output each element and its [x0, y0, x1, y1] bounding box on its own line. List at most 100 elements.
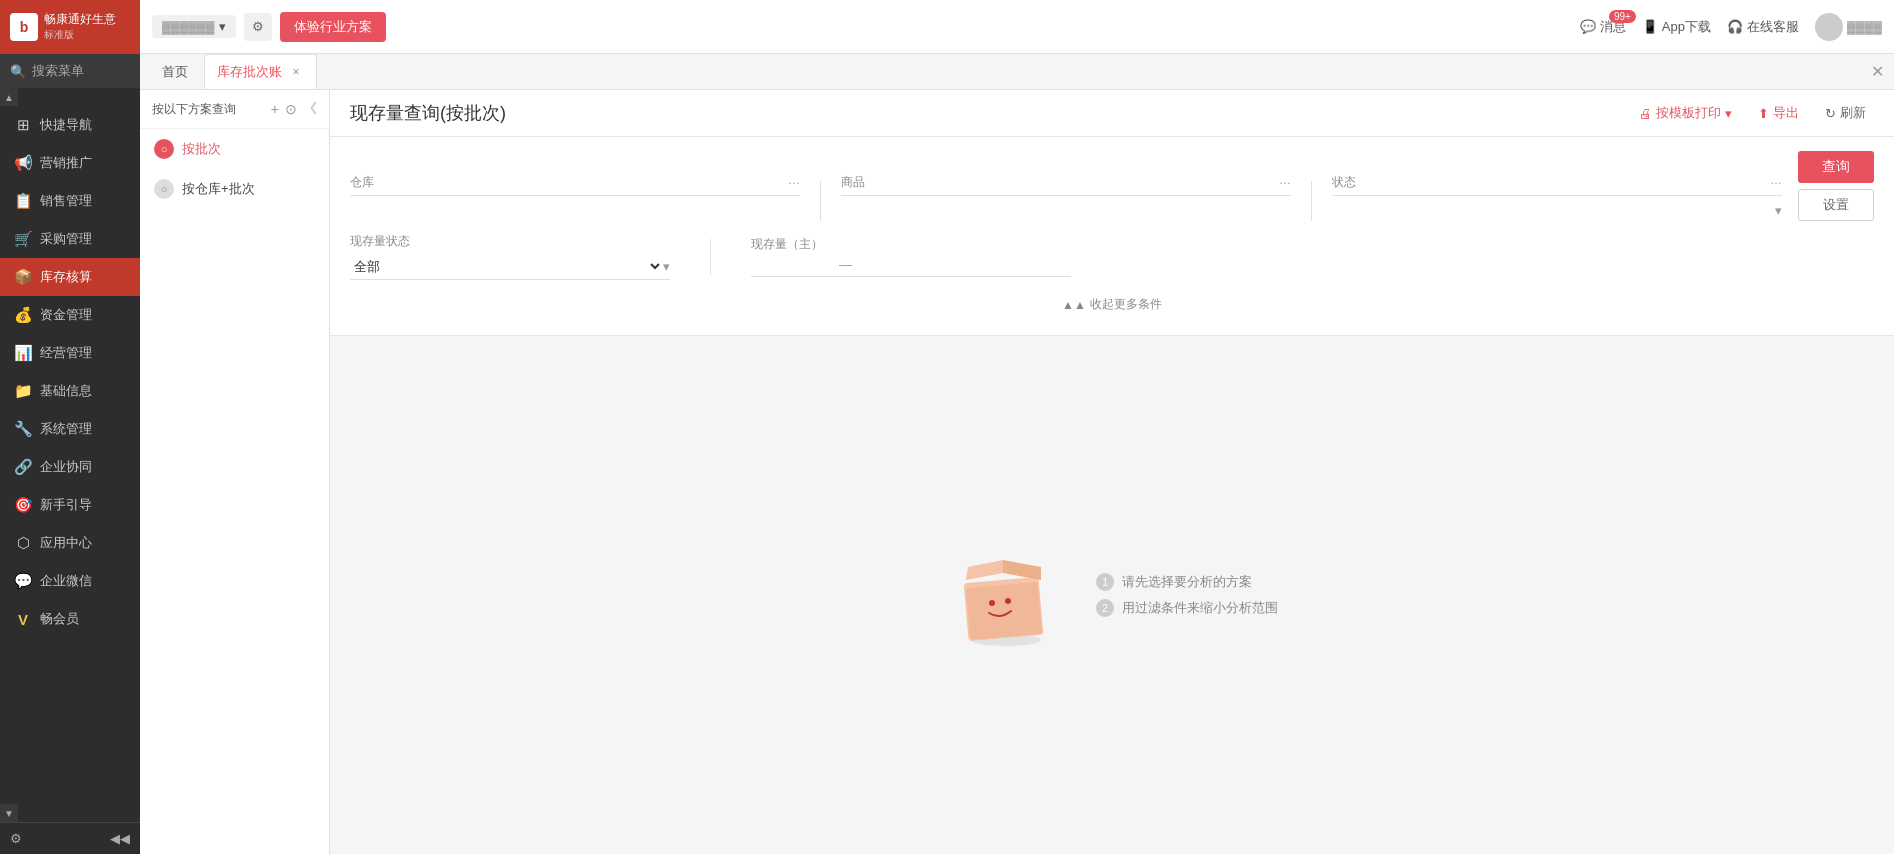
export-icon: ⬆ [1758, 106, 1769, 121]
user-name-label: ▓▓▓▓ [1847, 20, 1882, 34]
sidebar-item-label: 快捷导航 [40, 116, 92, 134]
tab-inventory-batch[interactable]: 库存批次账 × [204, 54, 317, 89]
sidebar-item-label: 销售管理 [40, 192, 92, 210]
guide-icon: 🎯 [14, 496, 32, 514]
plan-item-warehouse-batch[interactable]: ○ 按仓库+批次 [140, 169, 329, 209]
empty-svg [946, 535, 1066, 655]
sidebar-item-guide[interactable]: 🎯 新手引导 [0, 486, 140, 524]
close-panel-button[interactable]: ✕ [1871, 62, 1884, 81]
sidebar-nav: ⊞ 快捷导航 📢 营销推广 📋 销售管理 🛒 采购管理 📦 库存核算 💰 资金管… [0, 106, 140, 804]
plan-dot-warehouse-batch: ○ [154, 179, 174, 199]
settings-footer-btn[interactable]: ⚙ [10, 831, 22, 846]
filter-area: 仓库 … 商品 … [330, 137, 1894, 336]
user-avatar[interactable]: ▓▓▓▓ [1815, 13, 1882, 41]
product-more-btn[interactable]: … [1279, 173, 1291, 191]
sidebar-item-wechat[interactable]: 💬 企业微信 [0, 562, 140, 600]
stock-status-select[interactable]: 全部 正常 异常 [350, 258, 663, 275]
stock-quantity-min-input[interactable] [751, 257, 831, 272]
export-button[interactable]: ⬆ 导出 [1750, 100, 1807, 126]
phone-icon: 📱 [1642, 19, 1658, 34]
main-area: ▓▓▓▓▓▓ ▾ ⚙ 体验行业方案 💬 消息 99+ 📱 App下载 🎧 在线客… [140, 0, 1894, 854]
product-input[interactable] [841, 200, 1291, 221]
company-dropdown-icon: ▾ [219, 19, 226, 34]
empty-text: 1 请先选择要分析的方案 2 用过滤条件来缩小分析范围 [1096, 573, 1278, 617]
sidebar-scroll-down[interactable]: ▼ [0, 804, 18, 822]
sidebar-item-purchase[interactable]: 🛒 采购管理 [0, 220, 140, 258]
settings-btn[interactable]: ⚙ [244, 13, 272, 41]
plan-settings-button[interactable]: ⊙ [285, 101, 297, 117]
wechat-icon: 💬 [14, 572, 32, 590]
print-button[interactable]: 🖨 按模板打印 ▾ [1631, 100, 1740, 126]
plan-dot-icon: ○ [161, 143, 168, 155]
sidebar-item-member[interactable]: V 畅会员 [0, 600, 140, 638]
warehouse-label: 仓库 [350, 174, 374, 191]
page-header-actions: 🖨 按模板打印 ▾ ⬆ 导出 ↻ 刷新 [1631, 100, 1874, 126]
empty-state: 1 请先选择要分析的方案 2 用过滤条件来缩小分析范围 [330, 336, 1894, 854]
sidebar-item-basic[interactable]: 📁 基础信息 [0, 372, 140, 410]
experience-industry-button[interactable]: 体验行业方案 [280, 12, 386, 42]
query-button[interactable]: 查询 [1798, 151, 1874, 183]
messages-button[interactable]: 💬 消息 99+ [1580, 18, 1626, 36]
warehouse-filter: 仓库 … [350, 173, 800, 221]
system-icon: 🔧 [14, 420, 32, 438]
stock-status-select-wrapper: 全部 正常 异常 ▾ [350, 254, 670, 280]
right-content: 现存量查询(按批次) 🖨 按模板打印 ▾ ⬆ 导出 ↻ 刷新 [330, 90, 1894, 854]
sidebar-item-apps[interactable]: ⬡ 应用中心 [0, 524, 140, 562]
edition-label: 标准版 [44, 28, 116, 42]
sidebar-item-finance[interactable]: 💰 资金管理 [0, 296, 140, 334]
stock-status-filter: 现存量状态 全部 正常 异常 ▾ [350, 233, 670, 280]
sidebar-item-marketing[interactable]: 📢 营销推广 [0, 144, 140, 182]
sidebar-item-enterprise[interactable]: 🔗 企业协同 [0, 448, 140, 486]
plan-item-batch[interactable]: ○ 按批次 [140, 129, 329, 169]
collapse-panel-button[interactable]: 《 [303, 100, 317, 118]
status-input[interactable] [1332, 200, 1775, 221]
tab-close-button[interactable]: × [288, 64, 304, 80]
status-dropdown-icon: ▾ [1775, 203, 1782, 218]
refresh-icon: ↻ [1825, 106, 1836, 121]
sidebar-item-system[interactable]: 🔧 系统管理 [0, 410, 140, 448]
step-1-label: 请先选择要分析的方案 [1122, 573, 1252, 591]
marketing-icon: 📢 [14, 154, 32, 172]
sidebar-item-label: 企业微信 [40, 572, 92, 590]
warehouse-more-btn[interactable]: … [788, 173, 800, 191]
add-plan-button[interactable]: + [271, 101, 279, 117]
product-label: 商品 [841, 174, 865, 191]
svg-marker-3 [966, 560, 1003, 580]
sidebar-item-inventory[interactable]: 📦 库存核算 [0, 258, 140, 296]
product-filter: 商品 … [841, 173, 1291, 221]
sidebar-item-sales[interactable]: 📋 销售管理 [0, 182, 140, 220]
display-settings-button[interactable]: 设置 [1798, 189, 1874, 221]
company-selector[interactable]: ▓▓▓▓▓▓ ▾ [152, 15, 236, 38]
stock-quantity-label: 现存量（主） [751, 236, 1071, 253]
operations-icon: 📊 [14, 344, 32, 362]
step-2-label: 用过滤条件来缩小分析范围 [1122, 599, 1278, 617]
active-tab-label: 库存批次账 [217, 63, 282, 81]
sidebar-item-operations[interactable]: 📊 经营管理 [0, 334, 140, 372]
sidebar-item-label: 采购管理 [40, 230, 92, 248]
message-icon: 💬 [1580, 19, 1596, 34]
app-download-button[interactable]: 📱 App下载 [1642, 18, 1711, 36]
collapse-more-btn[interactable]: ▲▲ 收起更多条件 [350, 288, 1874, 321]
collapse-sidebar-icon: ◀◀ [110, 831, 130, 846]
stock-quantity-max-input[interactable] [860, 257, 940, 272]
status-more-btn[interactable]: … [1770, 173, 1782, 191]
customer-service-button[interactable]: 🎧 在线客服 [1727, 18, 1799, 36]
sidebar-item-label: 营销推广 [40, 154, 92, 172]
sidebar-item-quick-nav[interactable]: ⊞ 快捷导航 [0, 106, 140, 144]
step-num-2: 2 [1096, 599, 1114, 617]
svg-point-6 [1005, 598, 1011, 604]
plan-dot-batch: ○ [154, 139, 174, 159]
left-panel-header: 按以下方案查询 + ⊙ 《 [140, 90, 329, 129]
stock-status-label: 现存量状态 [350, 233, 670, 250]
sidebar-scroll-up[interactable]: ▲ [0, 88, 18, 106]
collapse-sidebar-btn[interactable]: ◀◀ [110, 831, 130, 846]
search-label: 搜索菜单 [32, 62, 84, 80]
warehouse-input[interactable] [350, 200, 800, 221]
search-menu-item[interactable]: 🔍 搜索菜单 [0, 54, 140, 88]
refresh-button[interactable]: ↻ 刷新 [1817, 100, 1874, 126]
content-area: 按以下方案查询 + ⊙ 《 ○ 按批次 ○ 按仓库+批次 [140, 90, 1894, 854]
close-icon: ✕ [1871, 62, 1884, 81]
status-label: 状态 [1332, 174, 1356, 191]
tab-home[interactable]: 首页 [150, 54, 200, 89]
sidebar-item-label: 库存核算 [40, 268, 92, 286]
